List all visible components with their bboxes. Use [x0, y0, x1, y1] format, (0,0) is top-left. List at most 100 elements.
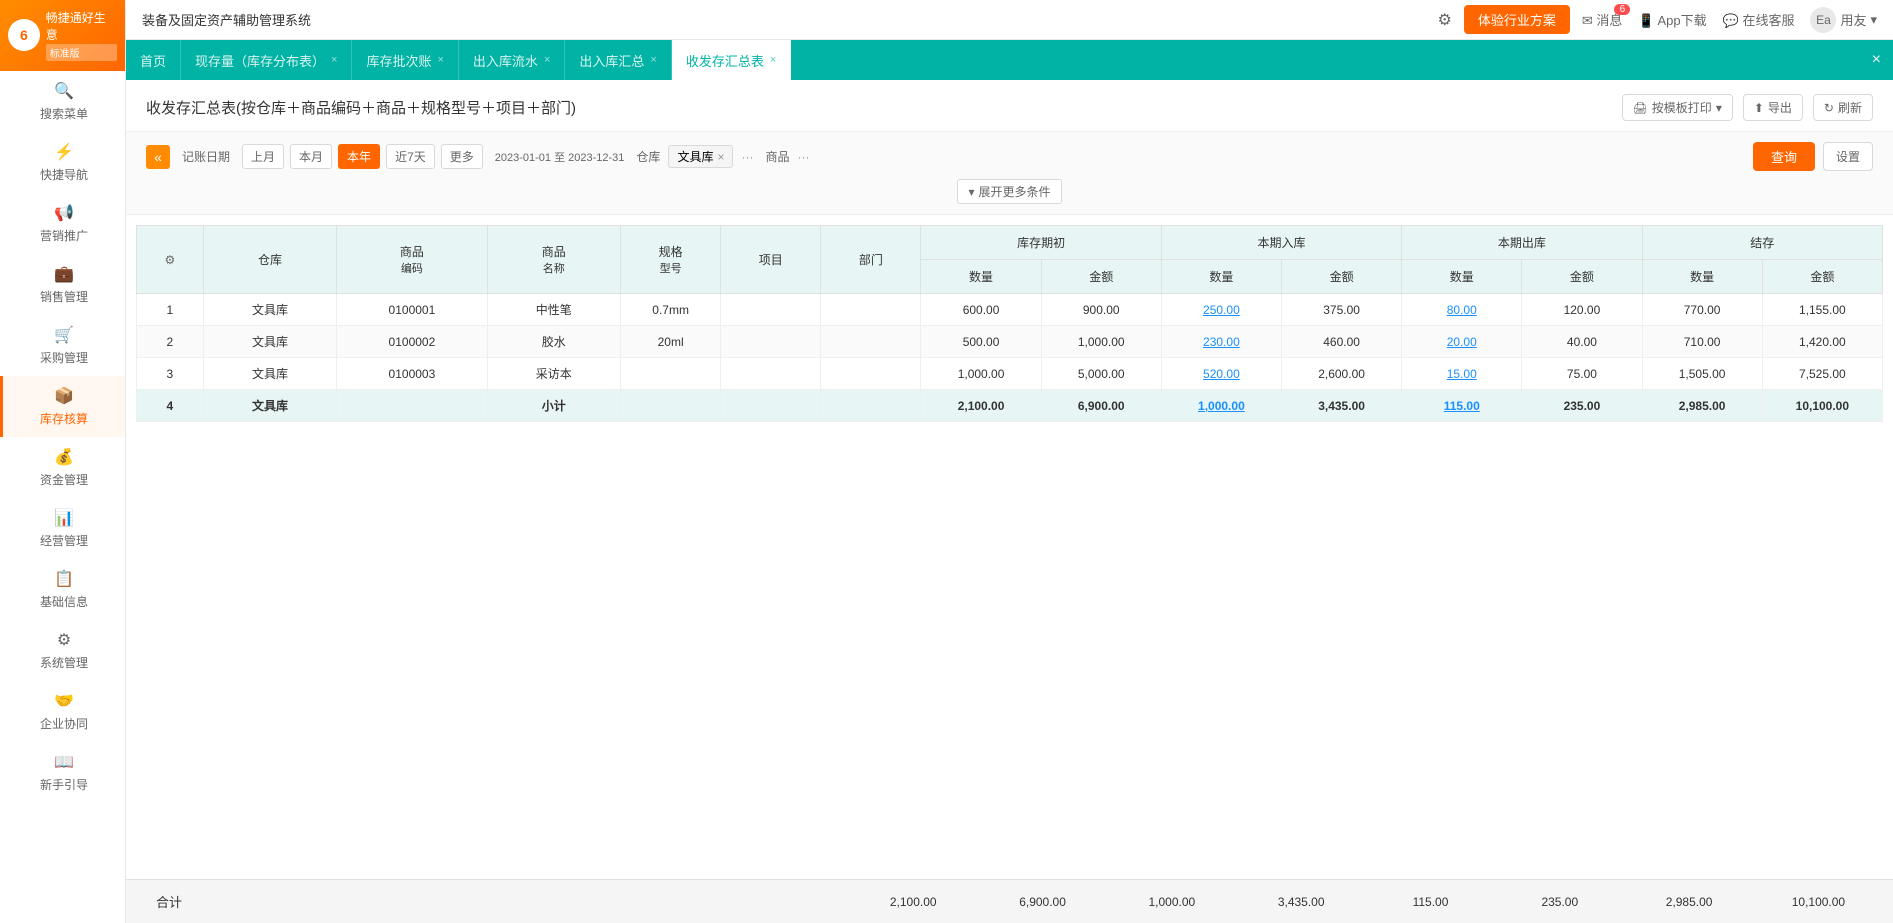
sidebar-item-collab[interactable]: 🤝 企业协同: [0, 681, 125, 742]
subtotal-spec: [621, 390, 721, 422]
page-title: 收发存汇总表(按仓库＋商品编码＋商品＋规格型号＋项目＋部门): [146, 97, 576, 118]
warehouse-tag[interactable]: 文具库 ×: [668, 145, 733, 168]
total-empty-5: [719, 895, 848, 909]
subtotal-row: 4 文具库 小计 2,100.00 6,900.00 1,000.00 3,43…: [137, 390, 1883, 422]
search-icon: 🔍: [54, 81, 74, 101]
sidebar-item-label: 经营管理: [40, 532, 88, 549]
sidebar-item-guide[interactable]: 📖 新手引导: [0, 742, 125, 803]
expand-filter-button[interactable]: ▾ 展开更多条件: [957, 179, 1061, 204]
tab-inventory-dist[interactable]: 现存量（库存分布表） ×: [181, 40, 352, 80]
print-button[interactable]: 🖨 按模板打印 ▾: [1622, 94, 1733, 121]
tab-home[interactable]: 首页: [126, 40, 181, 80]
sidebar-item-sales[interactable]: 💼 销售管理: [0, 254, 125, 315]
refresh-icon: ↻: [1824, 101, 1834, 115]
user-menu[interactable]: Ea 用友 ▾: [1810, 7, 1877, 33]
row-project: [721, 358, 821, 390]
collab-icon: 🤝: [54, 691, 74, 711]
close-icon[interactable]: ×: [331, 54, 337, 66]
warehouse-tag-close[interactable]: ×: [717, 150, 724, 164]
subtotal-name: 小计: [487, 390, 621, 422]
sidebar-item-finance[interactable]: 💰 资金管理: [0, 437, 125, 498]
column-settings-button[interactable]: 设置: [1823, 142, 1873, 171]
subtotal-opening-amt: 6,900.00: [1041, 390, 1161, 422]
export-button[interactable]: ⬆ 导出: [1743, 94, 1803, 121]
table-row: 3 文具库 0100003 采访本 1,000.00 5,000.00 520.…: [137, 358, 1883, 390]
sidebar-item-marketing[interactable]: 📢 营销推广: [0, 193, 125, 254]
tab-label: 库存批次账: [366, 51, 431, 70]
close-icon[interactable]: ×: [544, 54, 550, 66]
row-name: 中性笔: [487, 294, 621, 326]
message-icon: ✉: [1582, 13, 1593, 28]
row-out-amt: 75.00: [1522, 358, 1642, 390]
close-icon[interactable]: ×: [770, 54, 776, 66]
finance-icon: 💰: [54, 447, 74, 467]
sidebar-item-search[interactable]: 🔍 搜索菜单: [0, 71, 125, 132]
sidebar-item-label: 资金管理: [40, 471, 88, 488]
logo-icon: 6: [8, 19, 40, 51]
sidebar-item-inventory[interactable]: 📦 库存核算: [0, 376, 125, 437]
settings-icon[interactable]: ⚙: [1437, 10, 1451, 30]
tab-inout-summary[interactable]: 出入库汇总 ×: [565, 40, 671, 80]
warehouse-more-button[interactable]: ···: [741, 150, 753, 164]
close-icon[interactable]: ×: [650, 54, 656, 66]
close-icon[interactable]: ×: [437, 54, 443, 66]
row-opening-qty: 1,000.00: [921, 358, 1041, 390]
tab-stock-summary[interactable]: 收发存汇总表 ×: [672, 40, 791, 80]
row-in-qty[interactable]: 230.00: [1161, 326, 1281, 358]
filter-toggle-button[interactable]: «: [146, 145, 170, 169]
sidebar-item-business[interactable]: 📊 经营管理: [0, 498, 125, 559]
row-in-qty[interactable]: 520.00: [1161, 358, 1281, 390]
date-btn-7days[interactable]: 近7天: [386, 144, 435, 169]
warehouse-header: 仓库: [203, 226, 337, 294]
subtotal-out-qty[interactable]: 115.00: [1402, 390, 1522, 422]
sidebar-item-purchase[interactable]: 🛒 采购管理: [0, 315, 125, 376]
sidebar-logo: 6 畅捷通好生意 标准版: [0, 0, 125, 71]
nav-icon: ⚡: [54, 142, 74, 162]
row-project: [721, 326, 821, 358]
message-button[interactable]: ✉ 消息 6: [1582, 10, 1623, 29]
bottom-bar: 合计 2,100.00 6,900.00 1,000.00 3,435.00 1…: [126, 879, 1893, 923]
row-balance-qty: 770.00: [1642, 294, 1762, 326]
trial-button[interactable]: 体验行业方案: [1464, 5, 1570, 34]
date-btn-more[interactable]: 更多: [441, 144, 483, 169]
tab-inout-flow[interactable]: 出入库流水 ×: [459, 40, 565, 80]
total-in-qty: 1,000.00: [1107, 895, 1236, 909]
date-btn-this-month[interactable]: 本月: [290, 144, 332, 169]
tab-batch[interactable]: 库存批次账 ×: [352, 40, 458, 80]
table-settings-header[interactable]: ⚙: [137, 226, 204, 294]
app-download-button[interactable]: 📱 App下载: [1638, 10, 1706, 29]
expand-label: 展开更多条件: [979, 183, 1051, 200]
query-button[interactable]: 查询: [1753, 142, 1815, 171]
sidebar-item-label: 销售管理: [40, 288, 88, 305]
topbar-right: ✉ 消息 6 📱 App下载 💬 在线客服 Ea 用友 ▾: [1582, 7, 1877, 33]
subtotal-code: [337, 390, 487, 422]
subtotal-in-qty[interactable]: 1,000.00: [1161, 390, 1281, 422]
goods-more-button[interactable]: ···: [797, 150, 809, 164]
sidebar-item-basic[interactable]: 📋 基础信息: [0, 559, 125, 620]
subtotal-project: [721, 390, 821, 422]
total-out-amt: 235.00: [1495, 895, 1624, 909]
row-balance-amt: 7,525.00: [1762, 358, 1882, 390]
sidebar-item-label: 基础信息: [40, 593, 88, 610]
total-empty-3: [461, 895, 590, 909]
row-out-qty[interactable]: 20.00: [1402, 326, 1522, 358]
row-in-qty[interactable]: 250.00: [1161, 294, 1281, 326]
row-balance-amt: 1,420.00: [1762, 326, 1882, 358]
warehouse-tag-text: 文具库: [677, 148, 713, 165]
filter-row: « 记账日期 上月 本月 本年 近7天 更多 2023-01-01 至 2023…: [146, 142, 1873, 171]
opening-qty-header: 数量: [921, 260, 1041, 294]
online-service-button[interactable]: 💬 在线客服: [1723, 10, 1795, 29]
page-actions: 🖨 按模板打印 ▾ ⬆ 导出 ↻ 刷新: [1622, 94, 1873, 121]
tabbar-close-button[interactable]: ×: [1872, 51, 1881, 69]
sidebar-item-system[interactable]: ⚙ 系统管理: [0, 620, 125, 681]
balance-group-header: 结存: [1642, 226, 1883, 260]
row-out-qty[interactable]: 80.00: [1402, 294, 1522, 326]
date-btn-this-year[interactable]: 本年: [338, 144, 380, 169]
refresh-button[interactable]: ↻ 刷新: [1813, 94, 1873, 121]
sidebar-item-label: 企业协同: [40, 715, 88, 732]
spec-header: 规格型号: [621, 226, 721, 294]
date-btn-prev-month[interactable]: 上月: [242, 144, 284, 169]
row-out-qty[interactable]: 15.00: [1402, 358, 1522, 390]
tabbar: 首页 现存量（库存分布表） × 库存批次账 × 出入库流水 × 出入库汇总 × …: [126, 40, 1893, 80]
sidebar-item-nav[interactable]: ⚡ 快捷导航: [0, 132, 125, 193]
